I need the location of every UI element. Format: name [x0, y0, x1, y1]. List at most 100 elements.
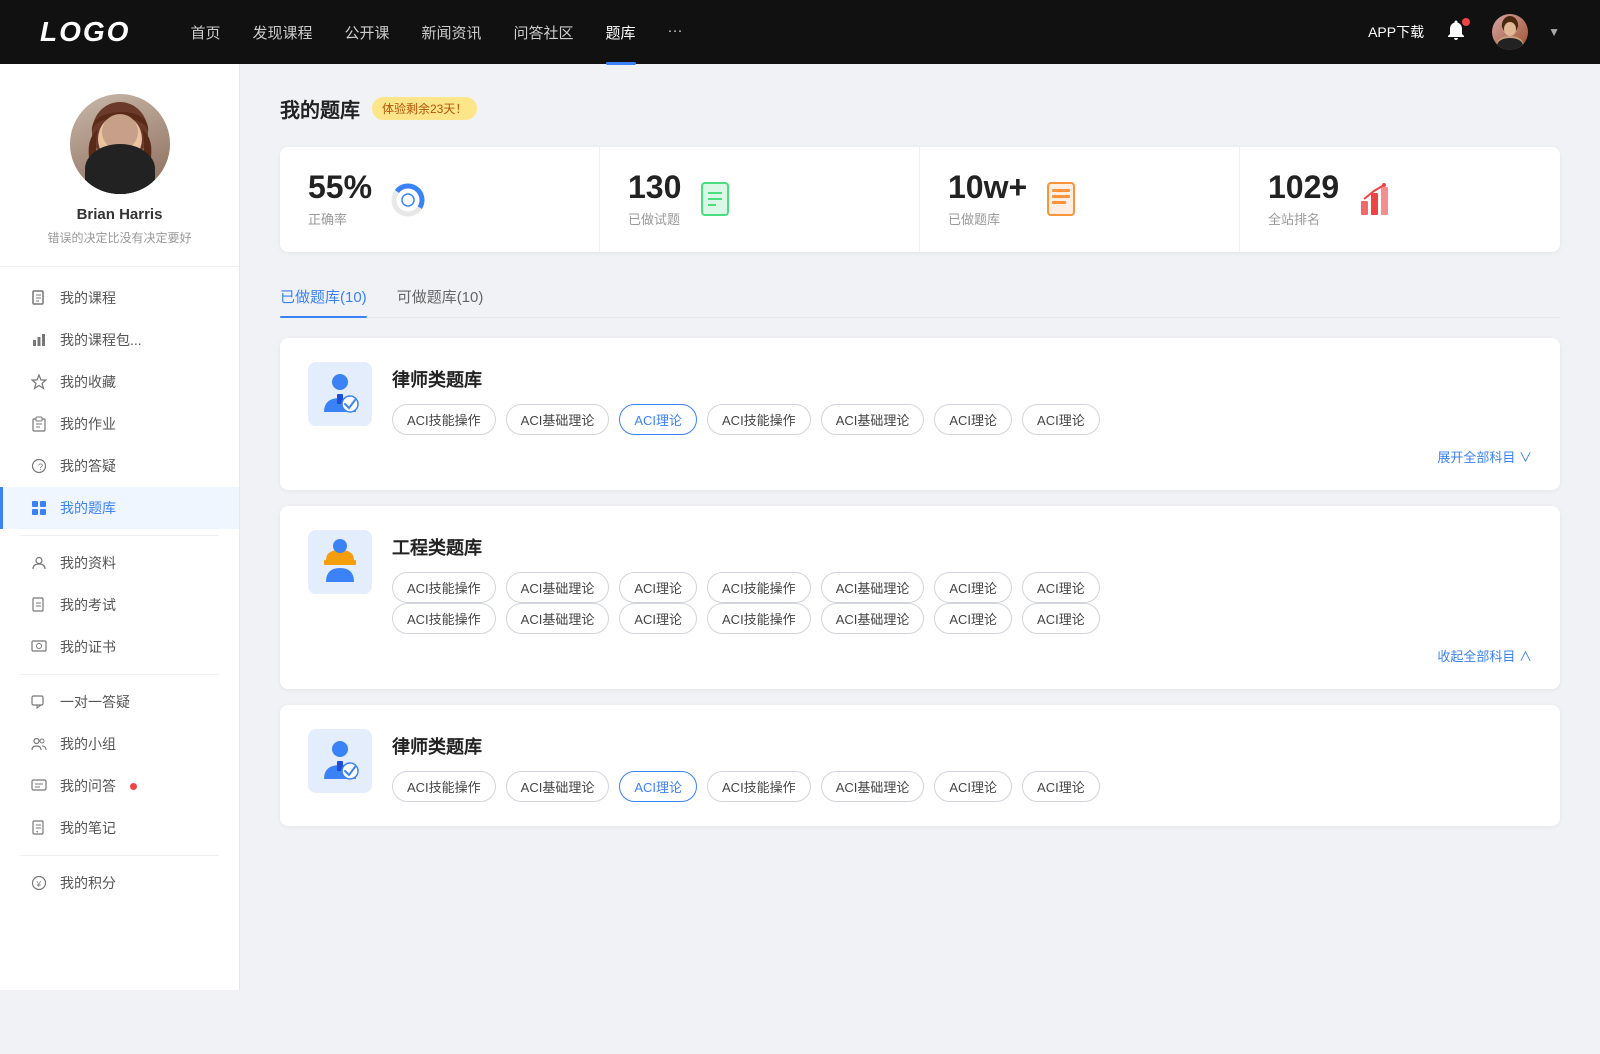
- group-icon: [30, 735, 48, 753]
- sidebar-item-exams[interactable]: 我的考试: [0, 584, 239, 626]
- tag-2-7[interactable]: ACI理论: [1022, 572, 1100, 603]
- stat-banks-text: 10w+ 已做题库: [948, 171, 1027, 228]
- sidebar-item-qa[interactable]: ? 我的答疑: [0, 445, 239, 487]
- sidebar-item-packages[interactable]: 我的课程包...: [0, 319, 239, 361]
- tag-3-1[interactable]: ACI技能操作: [392, 771, 496, 802]
- bank-card-1-content: 律师类题库 ACI技能操作 ACI基础理论 ACI理论 ACI技能操作 ACI基…: [392, 362, 1532, 466]
- sidebar-label-homework: 我的作业: [60, 414, 116, 434]
- page-title: 我的题库: [280, 94, 360, 123]
- tag-2-1[interactable]: ACI技能操作: [392, 572, 496, 603]
- tag-1-2[interactable]: ACI基础理论: [506, 404, 610, 435]
- user-avatar-nav[interactable]: [1492, 14, 1528, 50]
- tag-1-1[interactable]: ACI技能操作: [392, 404, 496, 435]
- tag-1-7[interactable]: ACI理论: [1022, 404, 1100, 435]
- bank-name-1: 律师类题库: [392, 362, 1532, 392]
- stat-accuracy-text: 55% 正确率: [308, 171, 372, 228]
- tag-2-6[interactable]: ACI理论: [934, 572, 1012, 603]
- tag-2-13[interactable]: ACI理论: [934, 603, 1012, 634]
- tag-2-12[interactable]: ACI基础理论: [821, 603, 925, 634]
- tabs-bar: 已做题库(10) 可做题库(10): [280, 276, 1560, 318]
- stat-done-value: 130: [628, 171, 681, 203]
- bank-card-2-body: 工程类题库 ACI技能操作 ACI基础理论 ACI理论 ACI技能操作 ACI基…: [308, 530, 1532, 665]
- nav-open-course[interactable]: 公开课: [344, 22, 389, 43]
- notification-bell[interactable]: [1444, 18, 1472, 46]
- bank-card-2-content: 工程类题库 ACI技能操作 ACI基础理论 ACI理论 ACI技能操作 ACI基…: [392, 530, 1532, 665]
- sidebar-label-exams: 我的考试: [60, 595, 116, 615]
- tag-2-11[interactable]: ACI技能操作: [707, 603, 811, 634]
- done-banks-icon: [1043, 180, 1083, 220]
- bank-card-1-body: 律师类题库 ACI技能操作 ACI基础理论 ACI理论 ACI技能操作 ACI基…: [308, 362, 1532, 466]
- sidebar-item-question-bank[interactable]: 我的题库: [0, 487, 239, 529]
- sidebar-label-certificates: 我的证书: [60, 637, 116, 657]
- user-avatar-sidebar[interactable]: [70, 94, 170, 194]
- bank-tags-1: ACI技能操作 ACI基础理论 ACI理论 ACI技能操作 ACI基础理论 AC…: [392, 404, 1532, 435]
- nav-discover[interactable]: 发现课程: [252, 22, 312, 43]
- sidebar-item-my-questions[interactable]: 我的问答: [0, 765, 239, 807]
- tag-3-2[interactable]: ACI基础理论: [506, 771, 610, 802]
- bank-tags-2-row2: ACI技能操作 ACI基础理论 ACI理论 ACI技能操作 ACI基础理论 AC…: [392, 603, 1532, 634]
- bank-tags-3: ACI技能操作 ACI基础理论 ACI理论 ACI技能操作 ACI基础理论 AC…: [392, 771, 1532, 802]
- svg-text:?: ?: [38, 462, 43, 472]
- tag-3-4[interactable]: ACI技能操作: [707, 771, 811, 802]
- nav-qa[interactable]: 问答社区: [514, 22, 574, 43]
- tag-1-3[interactable]: ACI理论: [619, 404, 697, 435]
- nav-home[interactable]: 首页: [190, 22, 220, 43]
- bank-card-1-footer: 展开全部科目 ∨: [392, 447, 1532, 466]
- nav-right: APP下载 ▼: [1368, 14, 1560, 50]
- sidebar-item-homework[interactable]: 我的作业: [0, 403, 239, 445]
- tag-1-6[interactable]: ACI理论: [934, 404, 1012, 435]
- stat-accuracy-value: 55%: [308, 171, 372, 203]
- sidebar-item-courses[interactable]: 我的课程: [0, 277, 239, 319]
- stat-banks-label: 已做题库: [948, 209, 1027, 228]
- bank-card-1: 律师类题库 ACI技能操作 ACI基础理论 ACI理论 ACI技能操作 ACI基…: [280, 338, 1560, 490]
- bar-chart-icon: [30, 331, 48, 349]
- logo[interactable]: LOGO: [40, 16, 130, 48]
- collapse-link-2[interactable]: 收起全部科目 ∧: [1437, 646, 1532, 665]
- tag-2-4[interactable]: ACI技能操作: [707, 572, 811, 603]
- sidebar-item-points[interactable]: ¥ 我的积分: [0, 862, 239, 904]
- tag-1-5[interactable]: ACI基础理论: [821, 404, 925, 435]
- tag-2-2[interactable]: ACI基础理论: [506, 572, 610, 603]
- tag-3-5[interactable]: ACI基础理论: [821, 771, 925, 802]
- expand-link-1[interactable]: 展开全部科目 ∨: [1437, 447, 1532, 466]
- engineer-icon-svg: [308, 530, 372, 594]
- sidebar-item-tutor[interactable]: 一对一答疑: [0, 681, 239, 723]
- sidebar-item-group[interactable]: 我的小组: [0, 723, 239, 765]
- bank-icon-lawyer-1: [308, 362, 372, 466]
- tag-2-5[interactable]: ACI基础理论: [821, 572, 925, 603]
- bank-icon-engineer: [308, 530, 372, 665]
- lawyer-icon-svg-3: [308, 729, 372, 793]
- nav-more[interactable]: ···: [668, 22, 683, 43]
- tag-2-8[interactable]: ACI技能操作: [392, 603, 496, 634]
- tag-3-7[interactable]: ACI理论: [1022, 771, 1100, 802]
- avatar-chevron[interactable]: ▼: [1548, 25, 1560, 39]
- sidebar-label-group: 我的小组: [60, 734, 116, 754]
- file-icon: [30, 596, 48, 614]
- stat-rank-label: 全站排名: [1268, 209, 1339, 228]
- tag-1-4[interactable]: ACI技能操作: [707, 404, 811, 435]
- sidebar-label-packages: 我的课程包...: [60, 330, 142, 350]
- notes-icon: [30, 819, 48, 837]
- tag-2-3[interactable]: ACI理论: [619, 572, 697, 603]
- sidebar-item-certificates[interactable]: 我的证书: [0, 626, 239, 668]
- sidebar-item-notes[interactable]: 我的笔记: [0, 807, 239, 849]
- tag-3-6[interactable]: ACI理论: [934, 771, 1012, 802]
- sidebar-label-question-bank: 我的题库: [60, 498, 116, 518]
- tag-2-10[interactable]: ACI理论: [619, 603, 697, 634]
- tag-2-9[interactable]: ACI基础理论: [506, 603, 610, 634]
- nav-news[interactable]: 新闻资讯: [422, 22, 482, 43]
- stat-done-banks: 10w+ 已做题库: [920, 147, 1240, 252]
- bank-card-3: 律师类题库 ACI技能操作 ACI基础理论 ACI理论 ACI技能操作 ACI基…: [280, 705, 1560, 826]
- nav-question-bank[interactable]: 题库: [606, 22, 636, 43]
- tag-3-3[interactable]: ACI理论: [619, 771, 697, 802]
- tag-2-14[interactable]: ACI理论: [1022, 603, 1100, 634]
- tab-done[interactable]: 已做题库(10): [280, 276, 367, 317]
- navbar: LOGO 首页 发现课程 公开课 新闻资讯 问答社区 题库 ··· APP下载: [0, 0, 1600, 64]
- app-download-link[interactable]: APP下载: [1368, 22, 1424, 42]
- sidebar-divider-3: [20, 855, 219, 856]
- sidebar-item-profile[interactable]: 我的资料: [0, 542, 239, 584]
- stats-grid: 55% 正确率 130 已做试题: [280, 147, 1560, 252]
- stat-rank-text: 1029 全站排名: [1268, 171, 1339, 228]
- tab-available[interactable]: 可做题库(10): [397, 276, 484, 317]
- sidebar-item-favorites[interactable]: 我的收藏: [0, 361, 239, 403]
